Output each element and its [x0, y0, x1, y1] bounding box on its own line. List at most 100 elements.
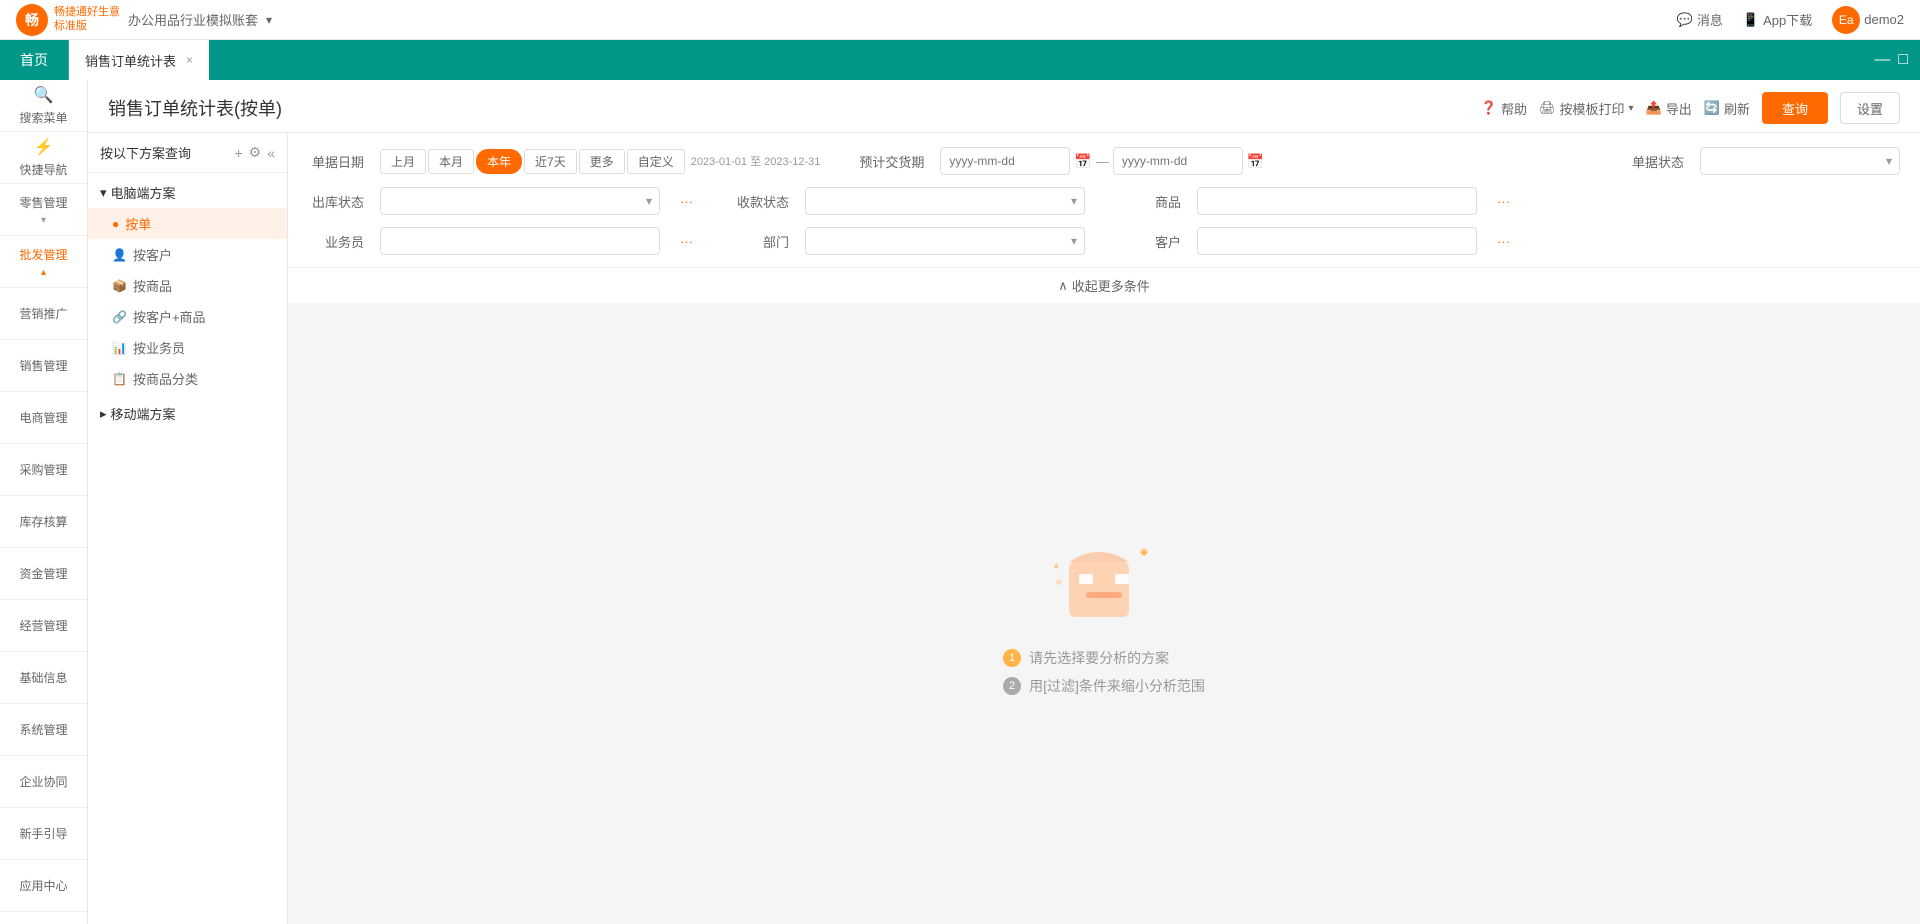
- sidebar-item-system[interactable]: 系统管理: [0, 704, 87, 756]
- customer-input[interactable]: [1197, 227, 1477, 255]
- maximize-icon[interactable]: □: [1898, 51, 1908, 69]
- export-icon: 📤: [1646, 100, 1662, 116]
- scheme-item-by-salesman[interactable]: 📊 按业务员: [88, 332, 287, 363]
- goods-scheme-icon: 📦: [112, 279, 127, 293]
- sidebar-item-wholesale[interactable]: 批发管理 ▴: [0, 236, 87, 288]
- refresh-btn[interactable]: 🔄 刷新: [1704, 99, 1750, 118]
- goods-input[interactable]: [1197, 187, 1477, 215]
- user-menu[interactable]: Ea demo2: [1832, 6, 1904, 34]
- scheme-header-label: 按以下方案查询: [100, 143, 191, 162]
- sidebar-item-marketing[interactable]: 营销推广: [0, 288, 87, 340]
- scheme-item-by-goods[interactable]: 📦 按商品: [88, 270, 287, 301]
- scheme-settings-icon[interactable]: ⚙: [249, 144, 262, 161]
- scheme-collapse-icon[interactable]: «: [267, 145, 275, 161]
- sidebar-item-basic-info[interactable]: 基础信息: [0, 652, 87, 704]
- setting-button[interactable]: 设置: [1840, 92, 1900, 124]
- filter-row-ship: 出库状态 ▾ ··· 收款状态: [308, 187, 1900, 215]
- sidebar-item-inventory[interactable]: 库存核算: [0, 496, 87, 548]
- collapse-arrow-icon: ∧: [1058, 278, 1068, 294]
- filter-row-agent: 业务员 ··· 部门 ▾ 客户: [308, 227, 1900, 255]
- minimize-icon[interactable]: —: [1874, 51, 1890, 69]
- sidebar-item-retail[interactable]: 零售管理 ▾: [0, 184, 87, 236]
- sidebar-item-appcenter[interactable]: 应用中心: [0, 860, 87, 912]
- refresh-icon: 🔄: [1704, 100, 1720, 116]
- user-name: demo2: [1864, 12, 1904, 27]
- scheme-item-by-order[interactable]: ● 按单: [88, 208, 287, 239]
- date-curr-month-btn[interactable]: 本月: [428, 149, 474, 174]
- scheme-pc-label: 电脑端方案: [111, 183, 176, 202]
- tip-num-2: 2: [1003, 677, 1021, 695]
- tab-close-icon[interactable]: ×: [186, 53, 193, 67]
- print-btn[interactable]: 🖨 按模板打印 ▾: [1539, 99, 1634, 118]
- app-dropdown-icon[interactable]: ▾: [266, 13, 272, 27]
- app-logo: 畅 畅捷通好生意 标准版: [16, 4, 120, 36]
- query-button[interactable]: 查询: [1762, 92, 1828, 124]
- sidebar-item-guide[interactable]: 新手引导: [0, 808, 87, 860]
- scheme-header-actions: + ⚙ «: [234, 144, 275, 161]
- tabbar-right: — □: [1874, 51, 1920, 69]
- results-section: ✦ ✦ 1 请先选择要分析的方案 2 用[过滤]条件来缩小分析范围: [288, 303, 1920, 924]
- date-range-text: 2023-01-01 至 2023-12-31: [691, 153, 821, 169]
- date-this-year-btn[interactable]: 本年: [476, 149, 522, 174]
- sidebar-item-wechat[interactable]: 企业微信: [0, 912, 87, 924]
- scheme-item-by-customer[interactable]: 👤 按客户: [88, 239, 287, 270]
- tab-home[interactable]: 首页: [0, 40, 69, 80]
- sidebar-item-collab[interactable]: 企业协同: [0, 756, 87, 808]
- print-arrow-icon: ▾: [1629, 103, 1634, 114]
- page-title: 销售订单统计表(按单): [108, 95, 282, 121]
- page-header: 销售订单统计表(按单) ❓ 帮助 🖨 按模板打印 ▾ 📤 导出 🔄 刷新: [88, 80, 1920, 133]
- help-btn[interactable]: ❓ 帮助: [1481, 99, 1527, 118]
- sidebar-item-operations[interactable]: 经营管理: [0, 600, 87, 652]
- date-more-btn[interactable]: 更多: [579, 149, 625, 174]
- scheme-pc-header[interactable]: ▾ 电脑端方案: [88, 177, 287, 208]
- logo-icon: 畅: [16, 4, 48, 36]
- dept-select[interactable]: [805, 227, 1085, 255]
- content-area: 销售订单统计表(按单) ❓ 帮助 🖨 按模板打印 ▾ 📤 导出 🔄 刷新: [88, 80, 1920, 924]
- filter-row-date: 单据日期 上月 本月 本年 近7天 更多 自定义 2023-01-01 至 20…: [308, 147, 1900, 175]
- goods-more-icon[interactable]: ···: [1497, 194, 1510, 209]
- avatar: Ea: [1832, 6, 1860, 34]
- agent-input[interactable]: [380, 227, 660, 255]
- page-actions: ❓ 帮助 🖨 按模板打印 ▾ 📤 导出 🔄 刷新 查询 设置: [1481, 92, 1900, 124]
- tabbar: 首页 销售订单统计表 × — □: [0, 40, 1920, 80]
- main-layout: 🔍 搜索菜单 ⚡ 快捷导航 零售管理 ▾ 批发管理 ▴ 营销推广 销售管理 电商…: [0, 80, 1920, 924]
- message-btn[interactable]: 💬 消息: [1677, 10, 1723, 29]
- date-btn-group: 上月 本月 本年 近7天 更多 自定义 2023-01-01 至 2023-12…: [380, 149, 820, 174]
- scheme-mobile-section[interactable]: ▸ 移动端方案: [88, 398, 287, 429]
- expected-date-to[interactable]: [1113, 147, 1243, 175]
- tab-active[interactable]: 销售订单统计表 ×: [69, 40, 209, 80]
- scheme-item-by-category[interactable]: 📋 按商品分类: [88, 363, 287, 394]
- status-select[interactable]: [1700, 147, 1900, 175]
- sidebar-item-search[interactable]: 🔍 搜索菜单: [0, 80, 87, 132]
- sidebar-item-finance[interactable]: 资金管理: [0, 548, 87, 600]
- export-btn[interactable]: 📤 导出: [1646, 99, 1692, 118]
- scheme-add-icon[interactable]: +: [234, 145, 242, 161]
- date-prev-month-btn[interactable]: 上月: [380, 149, 426, 174]
- ship-status-select[interactable]: [380, 187, 660, 215]
- sidebar-item-quicknav[interactable]: ⚡ 快捷导航: [0, 132, 87, 184]
- dept-label: 部门: [733, 232, 789, 251]
- sidebar-item-ecommerce[interactable]: 电商管理: [0, 392, 87, 444]
- customer-goods-scheme-icon: 🔗: [112, 310, 127, 324]
- scheme-item-by-customer-goods[interactable]: 🔗 按客户+商品: [88, 301, 287, 332]
- date-7days-btn[interactable]: 近7天: [524, 149, 577, 174]
- status-select-wrap: ▾: [1700, 147, 1900, 175]
- date-custom-btn[interactable]: 自定义: [627, 149, 685, 174]
- ship-more-icon[interactable]: ···: [680, 194, 693, 209]
- scheme-pc-section: ▾ 电脑端方案 ● 按单 👤 按客户 📦 按商品: [88, 173, 287, 398]
- calendar-icon-1: 📅: [1074, 153, 1091, 170]
- expected-date-from[interactable]: [940, 147, 1070, 175]
- customer-more-icon[interactable]: ···: [1497, 234, 1510, 249]
- ship-status-label: 出库状态: [308, 192, 364, 211]
- pay-status-select[interactable]: [805, 187, 1085, 215]
- app-download-btn[interactable]: 📱 App下载: [1743, 10, 1812, 29]
- scheme-mobile-arrow: ▸: [100, 406, 107, 422]
- empty-illustration: ✦ ✦: [1044, 532, 1164, 632]
- empty-state: ✦ ✦ 1 请先选择要分析的方案 2 用[过滤]条件来缩小分析范围: [288, 532, 1920, 696]
- tip-num-1: 1: [1003, 649, 1021, 667]
- sidebar-item-purchase[interactable]: 采购管理: [0, 444, 87, 496]
- tip-text-2: 用[过滤]条件来缩小分析范围: [1029, 676, 1205, 696]
- agent-more-icon[interactable]: ···: [680, 234, 693, 249]
- collapse-btn[interactable]: ∧ 收起更多条件: [288, 267, 1920, 303]
- sidebar-item-sales[interactable]: 销售管理: [0, 340, 87, 392]
